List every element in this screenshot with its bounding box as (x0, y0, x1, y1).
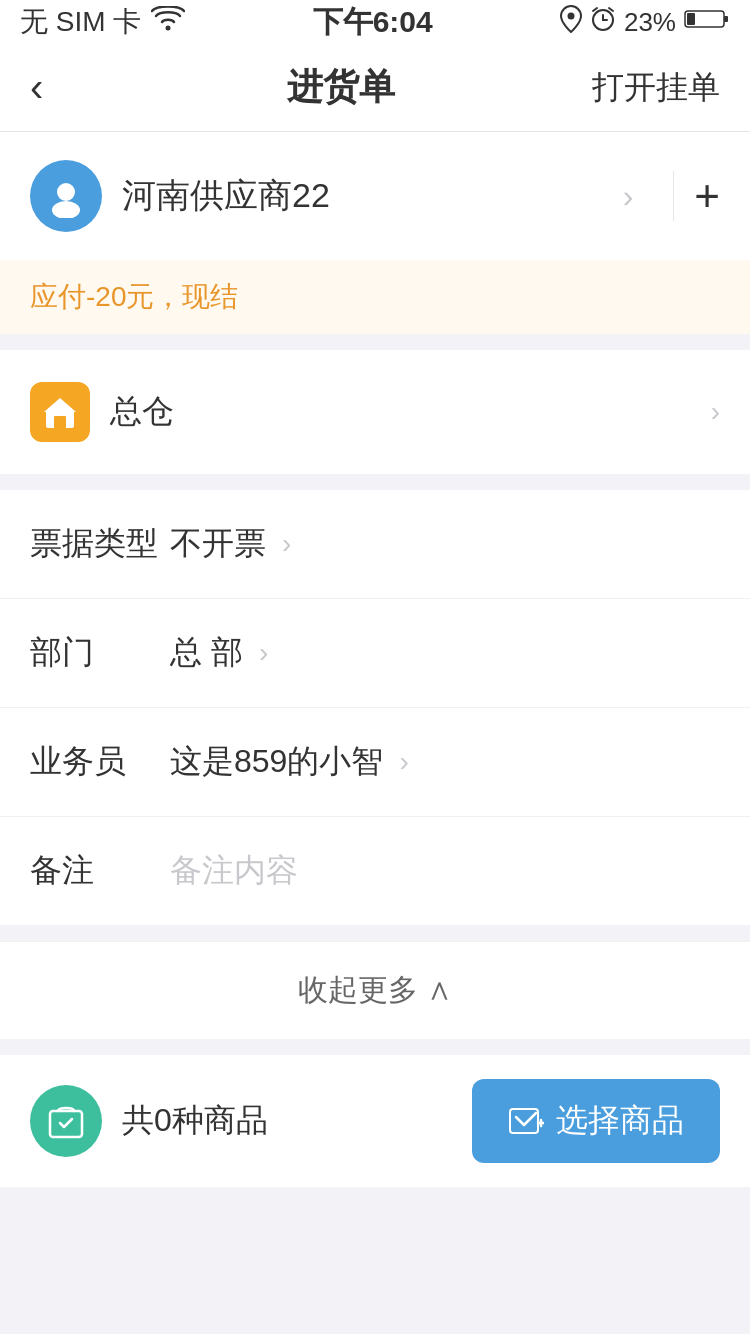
salesperson-chevron-icon: › (399, 746, 408, 778)
salesperson-row[interactable]: 业务员 这是859的小智 › (0, 708, 750, 817)
wifi-icon (151, 6, 185, 39)
supplier-name: 河南供应商22 (122, 173, 623, 219)
svg-point-0 (166, 25, 171, 30)
warehouse-chevron-icon: › (711, 396, 720, 428)
salesperson-label: 业务员 (30, 740, 170, 784)
svg-point-6 (57, 183, 75, 201)
salesperson-value: 这是859的小智 (170, 740, 383, 784)
select-product-button[interactable]: 选择商品 (472, 1079, 720, 1163)
remark-label: 备注 (30, 849, 170, 893)
open-pending-button[interactable]: 打开挂单 (592, 66, 720, 110)
svg-rect-10 (54, 416, 66, 428)
vertical-divider (673, 171, 674, 221)
notice-banner: 应付-20元，现结 (0, 260, 750, 334)
status-bar: 无 SIM 卡 下午6:04 23 (0, 0, 750, 44)
carrier-text: 无 SIM 卡 (20, 3, 141, 41)
bottom-bar: 共0种商品 选择商品 (0, 1055, 750, 1187)
battery-percent: 23% (624, 7, 676, 38)
alarm-icon (590, 6, 616, 39)
product-count-label: 共0种商品 (122, 1099, 472, 1143)
department-value: 总 部 (170, 631, 243, 675)
gray-fill-area (0, 1187, 750, 1334)
svg-rect-5 (687, 13, 695, 25)
notice-text: 应付-20元，现结 (30, 281, 238, 312)
remark-placeholder: 备注内容 (170, 849, 720, 893)
department-row[interactable]: 部门 总 部 › (0, 599, 750, 708)
collapse-label: 收起更多 ∧ (298, 973, 451, 1006)
supplier-row[interactable]: 河南供应商22 › + (0, 132, 750, 260)
department-label: 部门 (30, 631, 170, 675)
nav-bar: ‹ 进货单 打开挂单 (0, 44, 750, 132)
status-left: 无 SIM 卡 (20, 3, 185, 41)
supplier-section: 河南供应商22 › + (0, 132, 750, 260)
page-title: 进货单 (287, 63, 395, 112)
invoice-chevron-icon: › (282, 528, 291, 560)
svg-point-7 (52, 201, 80, 218)
warehouse-label: 总仓 (110, 390, 711, 434)
content-area: 河南供应商22 › + 应付-20元，现结 总仓 › 票据类型 不开票 (0, 132, 750, 1334)
invoice-type-value: 不开票 (170, 522, 266, 566)
svg-point-1 (567, 12, 574, 19)
warehouse-section: 总仓 › (0, 350, 750, 474)
form-fields-section: 票据类型 不开票 › 部门 总 部 › 业务员 这是859的小智 › 备注 备注… (0, 490, 750, 925)
invoice-type-label: 票据类型 (30, 522, 170, 566)
back-button[interactable]: ‹ (30, 65, 90, 110)
supplier-chevron-icon: › (623, 178, 634, 215)
invoice-type-row[interactable]: 票据类型 不开票 › (0, 490, 750, 599)
battery-icon (684, 7, 730, 38)
status-time: 下午6:04 (313, 2, 433, 43)
warehouse-row[interactable]: 总仓 › (0, 350, 750, 474)
add-supplier-button[interactable]: + (694, 171, 720, 221)
remark-row[interactable]: 备注 备注内容 (0, 817, 750, 925)
svg-rect-4 (724, 16, 728, 22)
status-right: 23% (560, 5, 730, 40)
location-icon (560, 5, 582, 40)
supplier-avatar (30, 160, 102, 232)
select-product-label: 选择商品 (556, 1099, 684, 1143)
warehouse-icon (30, 382, 90, 442)
department-chevron-icon: › (259, 637, 268, 669)
product-icon (30, 1085, 102, 1157)
svg-marker-9 (44, 398, 76, 412)
collapse-row[interactable]: 收起更多 ∧ (0, 941, 750, 1039)
svg-rect-12 (510, 1109, 538, 1133)
